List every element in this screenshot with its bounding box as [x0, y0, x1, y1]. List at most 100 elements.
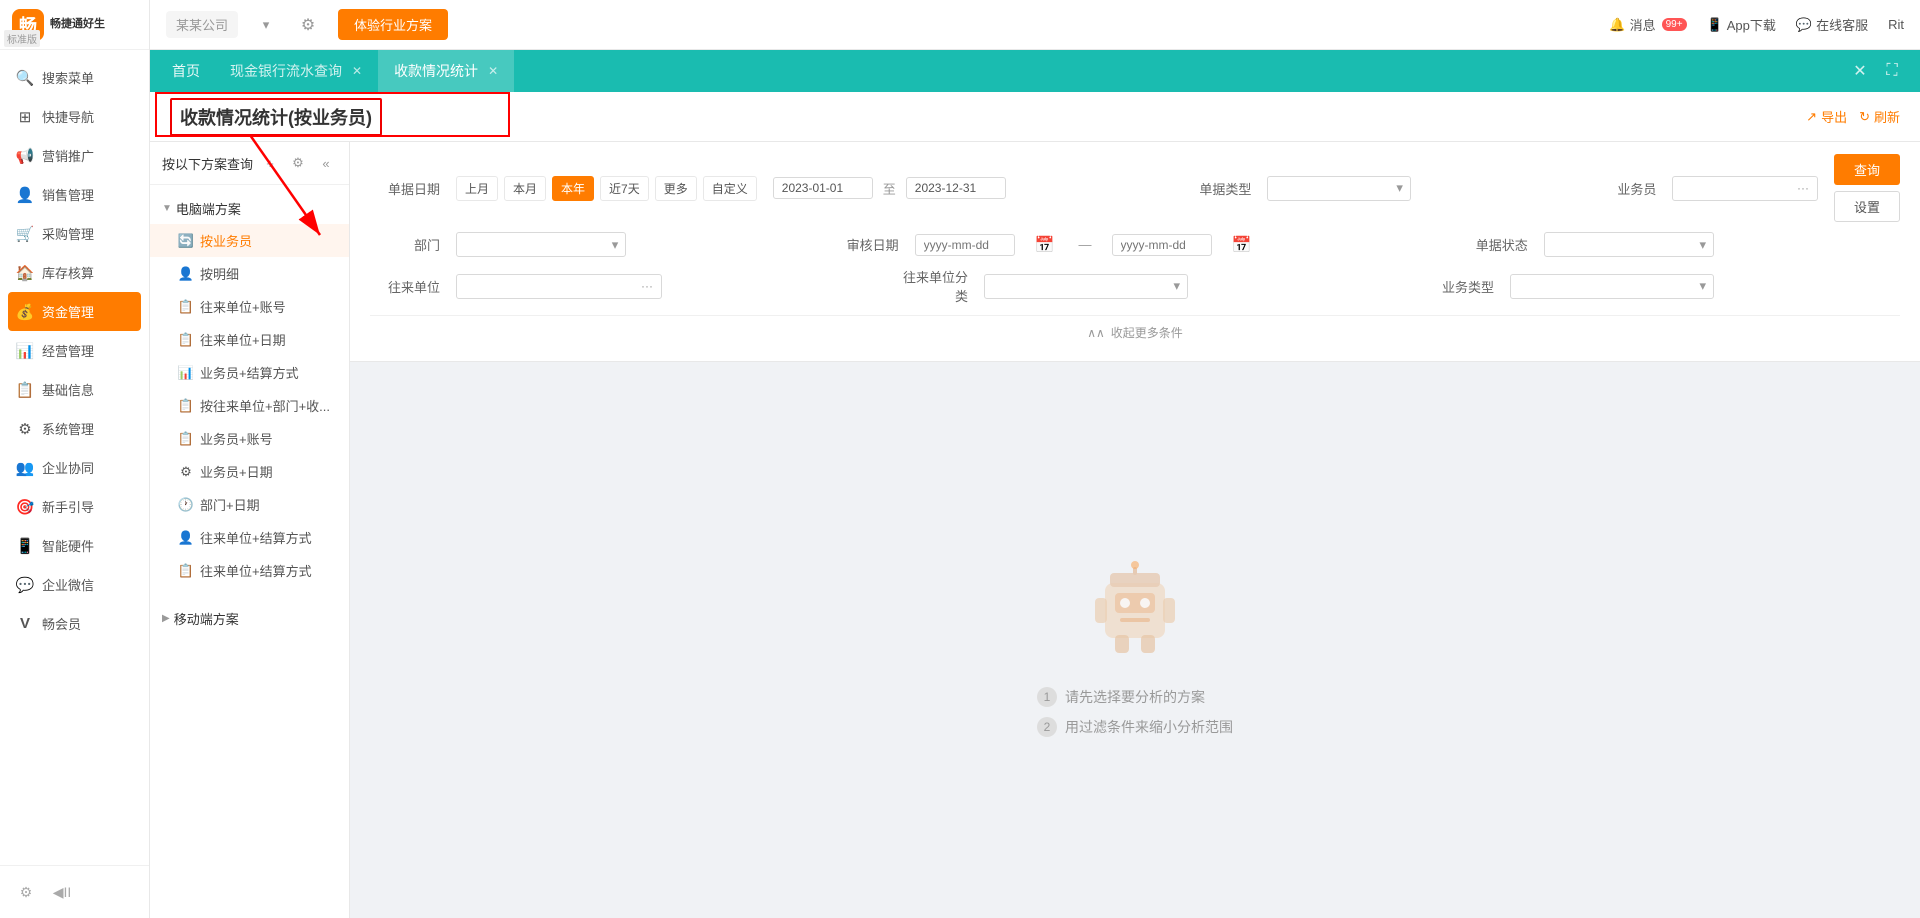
sidebar-item-inventory[interactable]: 🏠 库存核算 — [0, 253, 149, 292]
filter-row-3: 往来单位 ··· 往来单位分类 ▾ — [370, 267, 1900, 305]
page-content: 收款情况统计(按业务员) ↗ 导出 ↻ 刷新 按以下方案查询 + ⚙ — [150, 92, 1920, 918]
refresh-btn[interactable]: ↻ 刷新 — [1859, 107, 1900, 126]
doc-status-select[interactable] — [1544, 232, 1714, 257]
salesperson-more-btn[interactable]: ··· — [1789, 181, 1817, 195]
trial-btn[interactable]: 体验行业方案 — [338, 9, 448, 40]
mobile-plans-header[interactable]: ▶ 移动端方案 — [150, 603, 349, 634]
finance-icon: 💰 — [16, 303, 34, 321]
review-date-from-input[interactable] — [915, 234, 1015, 256]
tab-bank-flow[interactable]: 现金银行流水查询 ✕ — [214, 50, 378, 92]
plan-item-partner-settle2[interactable]: 📋 往来单位+结算方式 — [150, 554, 349, 587]
left-panel-header: 按以下方案查询 + ⚙ « — [150, 142, 349, 185]
desktop-plans-toggle: ▼ — [162, 203, 172, 214]
sidebar-collapse-btn[interactable]: ◀II — [48, 878, 76, 906]
plan-item-salesperson-settle[interactable]: 📊 业务员+结算方式 — [150, 356, 349, 389]
sidebar-item-basic-info[interactable]: 📋 基础信息 — [0, 370, 149, 409]
notifications-btn[interactable]: 🔔 消息 99+ — [1609, 15, 1686, 34]
sidebar-item-guide[interactable]: 🎯 新手引导 — [0, 487, 149, 526]
date-btn-this-month[interactable]: 本月 — [504, 176, 546, 201]
sidebar-item-system[interactable]: ⚙ 系统管理 — [0, 409, 149, 448]
notification-count: 99+ — [1662, 18, 1687, 31]
empty-area: 1 请先选择要分析的方案 2 用过滤条件来缩小分析范围 — [350, 362, 1920, 918]
refresh-icon: ↻ — [1859, 109, 1870, 125]
plan-item-salesperson-date[interactable]: ⚙ 业务员+日期 — [150, 455, 349, 488]
date-btn-custom[interactable]: 自定义 — [703, 176, 757, 201]
search-menu-icon: 🔍 — [16, 69, 34, 87]
plan-item-partner-date[interactable]: 📋 往来单位+日期 — [150, 323, 349, 356]
salesperson-label: 业务员 — [1586, 179, 1656, 198]
online-service-btn[interactable]: 💬 在线客服 — [1796, 15, 1868, 34]
app-download-btn[interactable]: 📱 App下载 — [1707, 15, 1776, 34]
window-close-btn[interactable]: ✕ — [1848, 59, 1872, 83]
date-btn-last-month[interactable]: 上月 — [456, 176, 498, 201]
salesperson-input[interactable] — [1673, 177, 1789, 200]
sidebar-item-purchase[interactable]: 🛒 采购管理 — [0, 214, 149, 253]
partner-more-btn[interactable]: ··· — [633, 279, 661, 293]
collapse-panel-btn[interactable]: « — [315, 152, 337, 174]
plan-item-by-detail[interactable]: 👤 按明细 — [150, 257, 349, 290]
plan-settings-btn[interactable]: ⚙ — [287, 152, 309, 174]
review-date-to-input[interactable] — [1112, 234, 1212, 256]
plan-partner-settle1-icon: 👤 — [178, 530, 194, 546]
plan-partner-account-icon: 📋 — [178, 299, 194, 315]
wechat-icon: 💬 — [16, 576, 34, 594]
sidebar-item-wechat[interactable]: 💬 企业微信 — [0, 565, 149, 604]
tab-home[interactable]: 首页 — [158, 50, 214, 92]
dept-select[interactable] — [456, 232, 626, 257]
date-btn-last-7[interactable]: 近7天 — [600, 176, 649, 201]
doc-type-select[interactable] — [1267, 176, 1411, 201]
logo-text: 畅捷通好生 — [50, 17, 105, 31]
top-header: 某某公司 ▾ ⚙ 体验行业方案 🔔 消息 99+ 📱 App下载 💬 在线客服 … — [150, 0, 1920, 50]
sidebar-item-enterprise[interactable]: 👥 企业协同 — [0, 448, 149, 487]
inventory-icon: 🏠 — [16, 264, 34, 282]
sidebar-item-search-menu[interactable]: 🔍 搜索菜单 — [0, 58, 149, 97]
date-from-input[interactable] — [773, 177, 873, 199]
plan-item-partner-settle1[interactable]: 👤 往来单位+结算方式 — [150, 521, 349, 554]
partner-input-wrapper: ··· — [456, 274, 662, 299]
plan-item-salesperson-account[interactable]: 📋 业务员+账号 — [150, 422, 349, 455]
query-btn[interactable]: 查询 — [1834, 154, 1900, 185]
collapse-chevron-icon: ∧∧ — [1087, 326, 1105, 340]
header-actions: 🔔 消息 99+ 📱 App下载 💬 在线客服 Rit — [1609, 15, 1904, 34]
dept-label: 部门 — [370, 235, 440, 254]
partner-input[interactable] — [457, 275, 633, 298]
page-title: 收款情况统计(按业务员) — [170, 98, 382, 136]
plan-item-partner-dept[interactable]: 📋 按往来单位+部门+收... — [150, 389, 349, 422]
left-panel-title: 按以下方案查询 — [162, 154, 253, 173]
plan-item-by-salesperson[interactable]: 🔄 按业务员 — [150, 224, 349, 257]
header-gear-btn[interactable]: ⚙ — [294, 11, 322, 39]
date-label: 单据日期 — [370, 179, 440, 198]
sidebar-item-quick-nav[interactable]: ⊞ 快捷导航 — [0, 97, 149, 136]
sidebar-item-vip[interactable]: V 畅会员 — [0, 604, 149, 643]
date-btn-more[interactable]: 更多 — [655, 176, 697, 201]
tab-bank-flow-close[interactable]: ✕ — [352, 64, 362, 78]
partner-category-select[interactable] — [984, 274, 1188, 299]
date-to-input[interactable] — [906, 177, 1006, 199]
mobile-plans-group: ▶ 移动端方案 — [150, 595, 349, 642]
user-name[interactable]: Rit — [1888, 17, 1904, 32]
tab-collection-stats[interactable]: 收款情况统计 ✕ — [378, 50, 514, 92]
header-dropdown-btn[interactable]: ▾ — [254, 13, 278, 37]
doc-status-label: 单据状态 — [1458, 235, 1528, 254]
page-header-actions: ↗ 导出 ↻ 刷新 — [1806, 107, 1900, 126]
add-plan-btn[interactable]: + — [259, 152, 281, 174]
sidebar-item-sales[interactable]: 👤 销售管理 — [0, 175, 149, 214]
biz-type-label: 业务类型 — [1424, 277, 1494, 296]
plan-item-dept-date[interactable]: 🕐 部门+日期 — [150, 488, 349, 521]
collapse-more-btn[interactable]: ∧∧ 收起更多条件 — [370, 315, 1900, 349]
window-maximize-btn[interactable]: ⛶ — [1880, 59, 1904, 83]
sidebar-item-marketing[interactable]: 📢 营销推广 — [0, 136, 149, 175]
biz-type-select[interactable] — [1510, 274, 1714, 299]
desktop-plans-header[interactable]: ▼ 电脑端方案 — [150, 193, 349, 224]
sidebar-item-finance[interactable]: 💰 资金管理 — [8, 292, 141, 331]
tab-collection-stats-close[interactable]: ✕ — [488, 64, 498, 78]
empty-steps: 1 请先选择要分析的方案 2 用过滤条件来缩小分析范围 — [1037, 687, 1233, 737]
export-btn[interactable]: ↗ 导出 — [1806, 107, 1847, 126]
date-btn-this-year[interactable]: 本年 — [552, 176, 594, 201]
sidebar-item-operations[interactable]: 📊 经营管理 — [0, 331, 149, 370]
plan-item-partner-account[interactable]: 📋 往来单位+账号 — [150, 290, 349, 323]
mobile-plans-toggle: ▶ — [162, 613, 170, 624]
sidebar-item-smart-hw[interactable]: 📱 智能硬件 — [0, 526, 149, 565]
filter-settings-btn[interactable]: 设置 — [1834, 191, 1900, 222]
sidebar-settings-btn[interactable]: ⚙ — [12, 878, 40, 906]
